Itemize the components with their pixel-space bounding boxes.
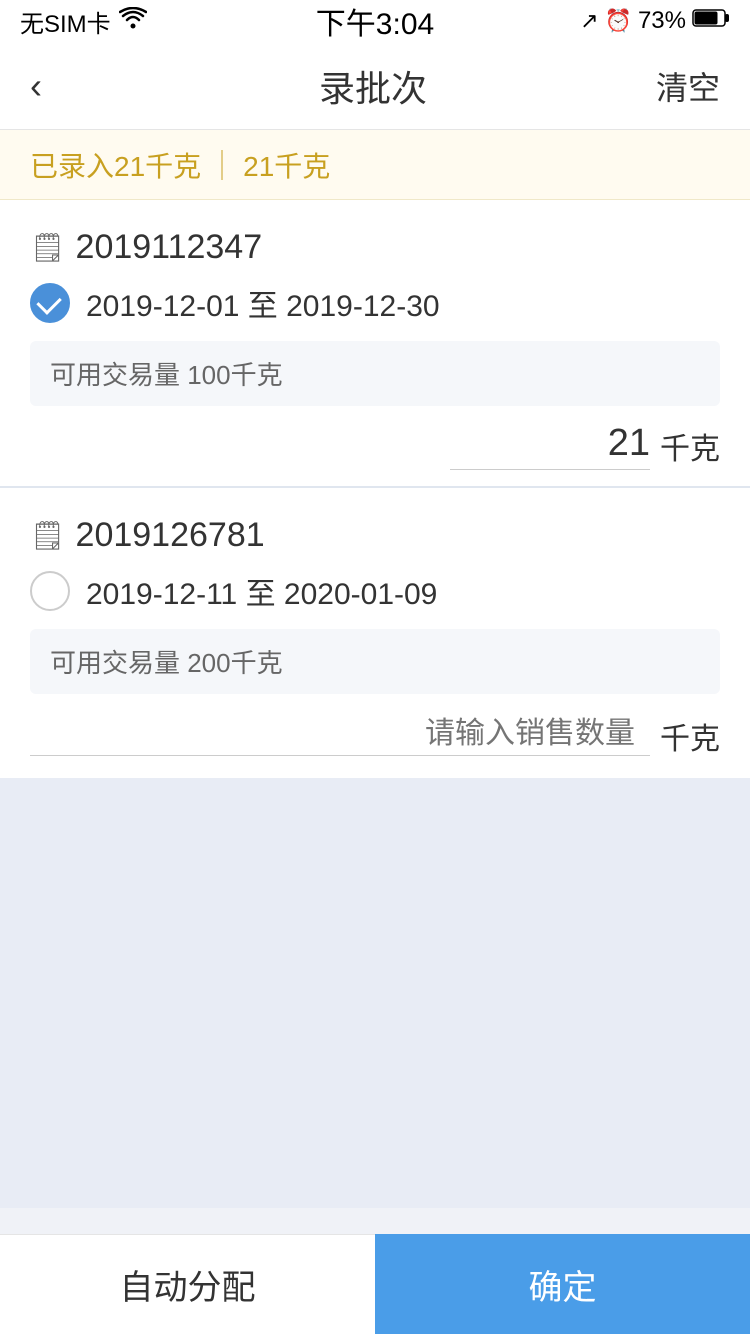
card2-input-row[interactable]: 千克 <box>0 694 750 778</box>
card1-date-row[interactable]: 2019-12-01 至 2019-12-30 <box>30 281 720 325</box>
batch-card-1: 🗒 2019112347 2019-12-01 至 2019-12-30 可用交… <box>0 200 750 406</box>
status-time: 下午3:04 <box>316 0 434 43</box>
alarm-icon: ⏰ <box>605 8 632 34</box>
status-left: 无SIM卡 <box>20 4 147 39</box>
empty-area <box>0 778 750 1208</box>
input-unit-2: 千克 <box>660 714 720 758</box>
confirm-button[interactable]: 确定 <box>375 1234 750 1334</box>
back-button[interactable]: ‹ <box>30 65 90 107</box>
card1-header: 🗒 2019112347 <box>30 228 720 267</box>
card2-available: 可用交易量 200千克 <box>30 629 720 694</box>
status-bar: 无SIM卡 下午3:04 ↗ ⏰ 73% <box>0 0 750 42</box>
page-title: 录批次 <box>319 60 427 112</box>
card2-header: 🗒 2019126781 <box>30 516 720 555</box>
quantity-value-1: 21 <box>608 422 650 464</box>
clear-button[interactable]: 清空 <box>656 63 720 109</box>
banner-divider <box>221 150 223 180</box>
bottom-bar: 自动分配 确定 <box>0 1234 750 1334</box>
doc-icon-2: 🗒 <box>30 519 66 552</box>
info-banner: 已录入21千克 21千克 <box>0 130 750 200</box>
batch-id-1: 2019112347 <box>76 228 263 267</box>
battery-icon <box>692 7 730 35</box>
entered-label: 已录入21千克 <box>30 145 201 185</box>
radio-2[interactable] <box>30 571 70 611</box>
entered-value: 21千克 <box>243 145 330 185</box>
batch-id-2: 2019126781 <box>76 516 265 555</box>
quantity-display: 21 <box>450 422 650 470</box>
location-icon: ↗ <box>580 8 598 34</box>
card2-date: 2019-12-11 至 2020-01-09 <box>86 569 437 613</box>
carrier-label: 无SIM卡 <box>20 4 111 39</box>
card1-date: 2019-12-01 至 2019-12-30 <box>86 281 440 325</box>
radio-1[interactable] <box>30 283 70 323</box>
quantity-input-2[interactable] <box>30 717 650 751</box>
card1-available: 可用交易量 100千克 <box>30 341 720 406</box>
card2-date-row[interactable]: 2019-12-11 至 2020-01-09 <box>30 569 720 613</box>
doc-icon-1: 🗒 <box>30 231 66 264</box>
quantity-unit-1: 千克 <box>660 424 720 468</box>
input-underline-2[interactable] <box>30 717 650 756</box>
wifi-icon <box>119 7 147 36</box>
batch-card-2: 🗒 2019126781 2019-12-11 至 2020-01-09 可用交… <box>0 488 750 694</box>
status-right: ↗ ⏰ 73% <box>580 7 730 35</box>
card1-quantity-row: 21 千克 <box>0 406 750 486</box>
battery-label: 73% <box>638 7 686 35</box>
nav-bar: ‹ 录批次 清空 <box>0 42 750 130</box>
auto-distribute-button[interactable]: 自动分配 <box>0 1234 375 1334</box>
